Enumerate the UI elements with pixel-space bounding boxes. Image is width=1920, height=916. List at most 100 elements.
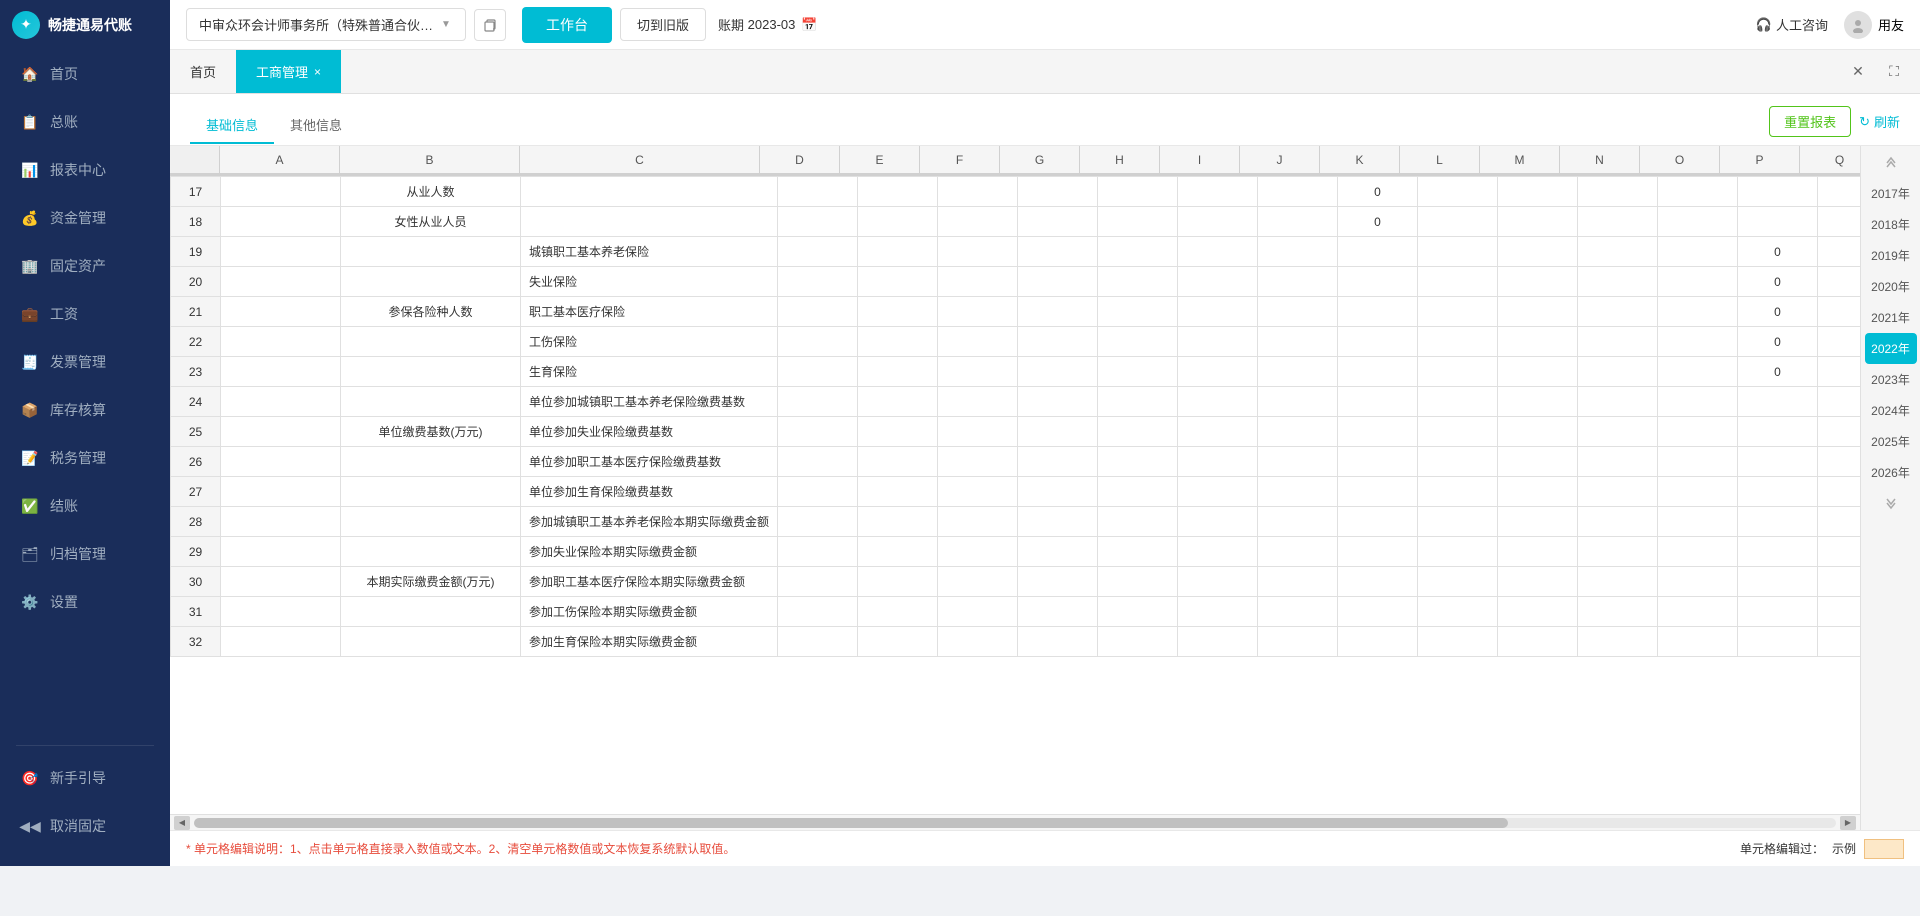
cell-a[interactable] [221,357,341,387]
cell-e[interactable] [858,237,938,267]
tab-active-business[interactable]: 工商管理 × [236,50,341,93]
cell-q[interactable] [1818,207,1860,237]
cell-n[interactable] [1578,237,1658,267]
copy-icon[interactable] [474,9,506,41]
cell-q[interactable] [1818,477,1860,507]
cell-h[interactable] [1098,627,1178,657]
cell-h[interactable] [1098,327,1178,357]
cell-p[interactable] [1738,177,1818,207]
cell-o[interactable] [1658,567,1738,597]
refresh-button[interactable]: ↻ 刷新 [1859,112,1900,131]
sidebar-item-archive[interactable]: 🗂 归档管理 [0,530,170,578]
cell-c[interactable]: 参加生育保险本期实际缴费金额 [521,627,778,657]
cell-f[interactable] [938,327,1018,357]
sub-tab-other[interactable]: 其他信息 [274,107,358,144]
cell-f[interactable] [938,627,1018,657]
sidebar-item-new-guide[interactable]: 🎯 新手引导 [0,754,170,802]
cell-l[interactable] [1418,387,1498,417]
cell-h[interactable] [1098,537,1178,567]
cell-f[interactable] [938,177,1018,207]
cell-o[interactable] [1658,417,1738,447]
cell-c[interactable]: 参加城镇职工基本养老保险本期实际缴费金额 [521,507,778,537]
cell-f[interactable] [938,567,1018,597]
h-scroll-track[interactable] [194,818,1836,828]
cell-c[interactable]: 参加职工基本医疗保险本期实际缴费金额 [521,567,778,597]
cell-n[interactable] [1578,477,1658,507]
cell-a[interactable] [221,387,341,417]
cell-p[interactable]: 0 [1738,297,1818,327]
cell-q[interactable] [1818,507,1860,537]
cell-a[interactable] [221,177,341,207]
h-scroll-left-btn[interactable]: ◀ [174,816,190,830]
cell-m[interactable] [1498,207,1578,237]
cell-k[interactable] [1338,327,1418,357]
cell-d[interactable] [778,267,858,297]
cell-a[interactable] [221,207,341,237]
expand-icon[interactable]: ⛶ [1880,58,1908,86]
cell-c[interactable]: 单位参加生育保险缴费基数 [521,477,778,507]
cell-e[interactable] [858,177,938,207]
cell-i[interactable] [1178,417,1258,447]
year-item[interactable]: 2020年 [1865,271,1917,302]
cell-o[interactable] [1658,177,1738,207]
cell-n[interactable] [1578,537,1658,567]
cell-a[interactable] [221,477,341,507]
cell-q[interactable] [1818,327,1860,357]
cell-e[interactable] [858,267,938,297]
reset-report-button[interactable]: 重置报表 [1769,106,1851,137]
cell-d[interactable] [778,627,858,657]
cell-i[interactable] [1178,327,1258,357]
cell-g[interactable] [1018,207,1098,237]
cell-i[interactable] [1178,537,1258,567]
cell-c[interactable]: 参加失业保险本期实际缴费金额 [521,537,778,567]
cell-k[interactable] [1338,237,1418,267]
sidebar-item-home[interactable]: 🏠 首页 [0,50,170,98]
cell-q[interactable] [1818,417,1860,447]
cell-q[interactable] [1818,387,1860,417]
cell-p[interactable] [1738,627,1818,657]
cell-k[interactable]: 0 [1338,177,1418,207]
cell-l[interactable] [1418,567,1498,597]
year-nav-up[interactable] [1871,150,1911,178]
cell-j[interactable] [1258,237,1338,267]
cell-g[interactable] [1018,567,1098,597]
cell-a[interactable] [221,417,341,447]
cell-b[interactable] [341,267,521,297]
cell-j[interactable] [1258,267,1338,297]
cell-q[interactable] [1818,627,1860,657]
cell-n[interactable] [1578,387,1658,417]
cell-b[interactable] [341,447,521,477]
horizontal-scrollbar[interactable]: ◀ ▶ [170,814,1860,830]
cell-q[interactable] [1818,237,1860,267]
cell-f[interactable] [938,507,1018,537]
cell-q[interactable] [1818,447,1860,477]
cell-l[interactable] [1418,597,1498,627]
cell-c[interactable]: 职工基本医疗保险 [521,297,778,327]
cell-k[interactable] [1338,567,1418,597]
tab-home[interactable]: 首页 [170,50,236,93]
cell-j[interactable] [1258,507,1338,537]
cell-i[interactable] [1178,447,1258,477]
cell-o[interactable] [1658,357,1738,387]
cell-h[interactable] [1098,297,1178,327]
cell-n[interactable] [1578,627,1658,657]
cell-q[interactable] [1818,567,1860,597]
cell-j[interactable] [1258,567,1338,597]
cell-k[interactable] [1338,507,1418,537]
cell-n[interactable] [1578,177,1658,207]
cell-i[interactable] [1178,357,1258,387]
cell-e[interactable] [858,357,938,387]
cell-h[interactable] [1098,447,1178,477]
cell-l[interactable] [1418,447,1498,477]
cell-a[interactable] [221,567,341,597]
cell-e[interactable] [858,507,938,537]
cell-g[interactable] [1018,597,1098,627]
workbench-button[interactable]: 工作台 [522,7,612,43]
cell-l[interactable] [1418,477,1498,507]
year-item[interactable]: 2019年 [1865,240,1917,271]
cell-l[interactable] [1418,537,1498,567]
cell-h[interactable] [1098,567,1178,597]
cell-m[interactable] [1498,327,1578,357]
cell-d[interactable] [778,237,858,267]
sidebar-item-unpin[interactable]: ◀◀ 取消固定 [0,802,170,850]
